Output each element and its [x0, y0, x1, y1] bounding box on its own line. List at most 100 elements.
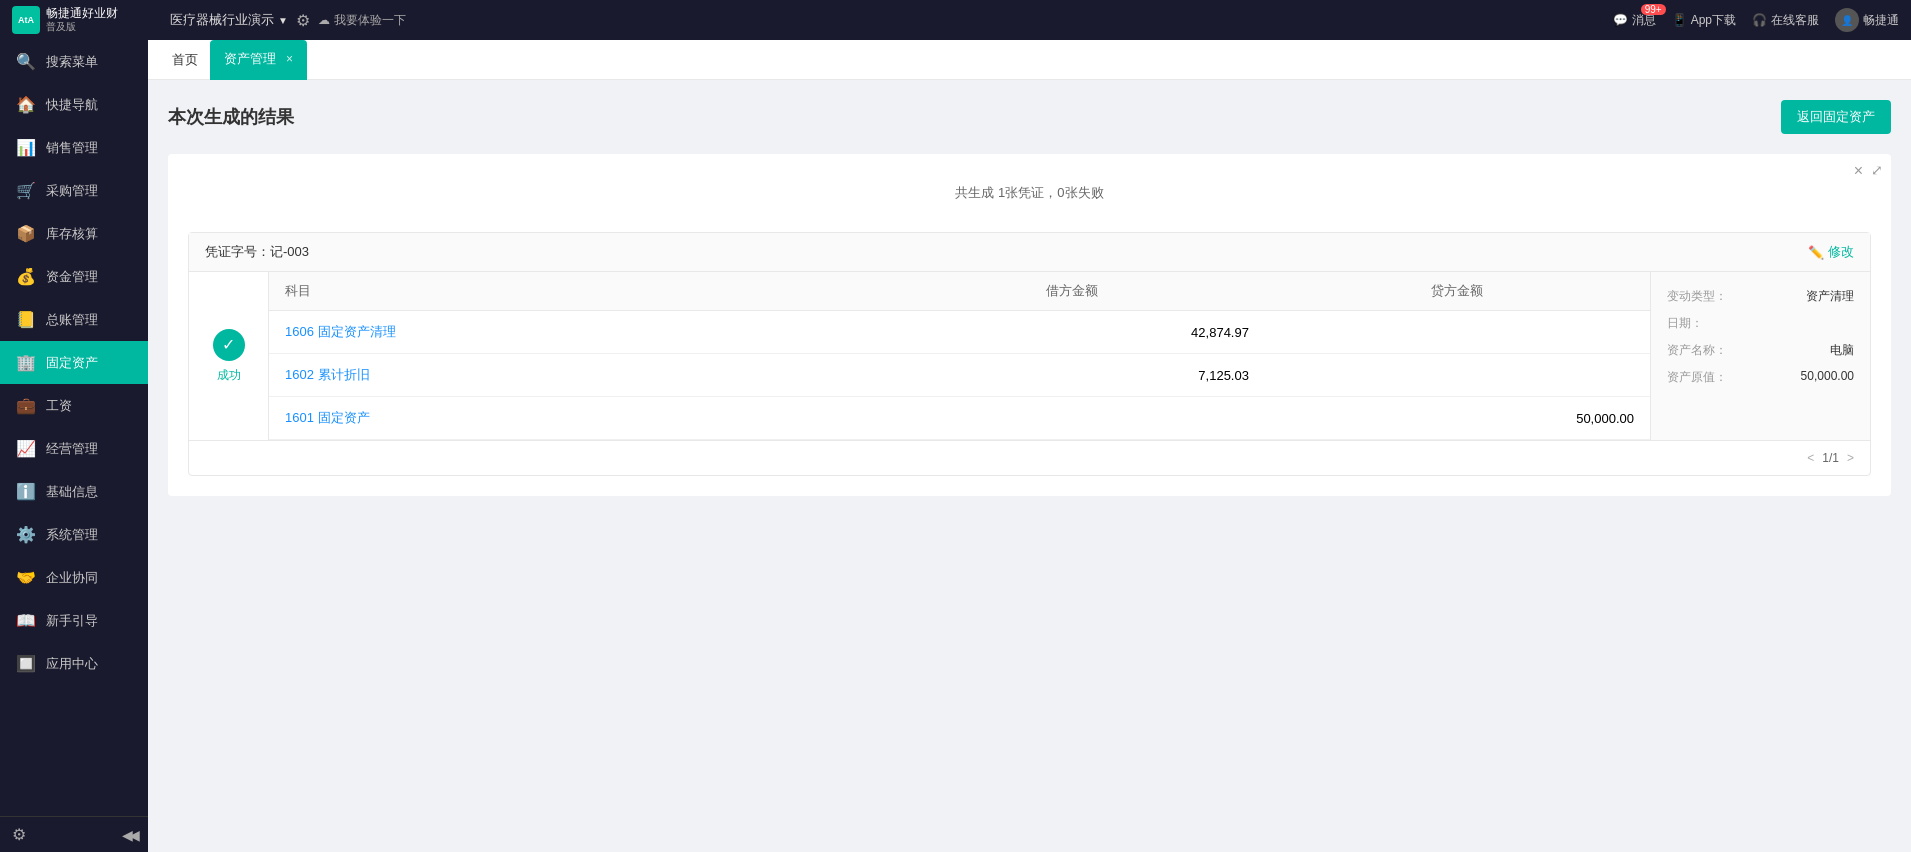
page-title-row: 本次生成的结果 返回固定资产 — [168, 100, 1891, 134]
apps-icon: 🔲 — [16, 654, 36, 673]
return-button[interactable]: 返回固定资产 — [1781, 100, 1891, 134]
asset-value-label: 资产原值： — [1667, 369, 1727, 386]
voucher-number: 凭证字号：记-003 — [205, 243, 309, 261]
detail-date: 日期： — [1667, 315, 1854, 332]
sidebar-settings-icon[interactable]: ⚙ — [12, 825, 26, 844]
app-download-button[interactable]: 📱 App下载 — [1672, 12, 1736, 29]
guide-icon: 📖 — [16, 611, 36, 630]
sidebar-collapse-icon[interactable]: ◀◀ — [122, 827, 136, 843]
edit-button[interactable]: ✏️ 修改 — [1808, 243, 1854, 261]
sidebar-label-apps: 应用中心 — [46, 655, 98, 673]
ledger-icon: 📒 — [16, 310, 36, 329]
expand-icon[interactable]: ⤢ — [1871, 162, 1883, 180]
pagination-prev[interactable]: < — [1807, 451, 1814, 465]
message-badge: 99+ — [1641, 4, 1666, 15]
user-profile[interactable]: 👤 畅捷通 — [1835, 8, 1899, 32]
panel-controls: × ⤢ — [1854, 162, 1883, 180]
app-name: 畅捷通好业财 — [46, 6, 118, 20]
app-version: 普及版 — [46, 20, 118, 34]
sidebar-label-basic-info: 基础信息 — [46, 483, 98, 501]
cloud-icon: ☁ — [318, 13, 330, 27]
tab-close-icon[interactable]: × — [286, 52, 293, 66]
voucher-detail-panel: 变动类型： 资产清理 日期： 资产名称： 电脑 — [1650, 272, 1870, 440]
sidebar-item-ledger[interactable]: 📒 总账管理 — [0, 298, 148, 341]
sidebar-label-sales: 销售管理 — [46, 139, 98, 157]
company-selector[interactable]: 医疗器械行业演示 ▼ — [170, 11, 288, 29]
sidebar-item-purchase[interactable]: 🛒 采购管理 — [0, 169, 148, 212]
detail-asset-value: 资产原值： 50,000.00 — [1667, 369, 1854, 386]
settings-icon[interactable]: ⚙ — [296, 11, 310, 30]
purchase-icon: 🛒 — [16, 181, 36, 200]
fixed-assets-icon: 🏢 — [16, 353, 36, 372]
avatar: 👤 — [1835, 8, 1859, 32]
sidebar-label-operations: 经营管理 — [46, 440, 98, 458]
operations-icon: 📈 — [16, 439, 36, 458]
sidebar-label-fixed-assets: 固定资产 — [46, 354, 98, 372]
debit-3 — [880, 397, 1265, 440]
sidebar-label-guide: 新手引导 — [46, 612, 98, 630]
tab-home[interactable]: 首页 — [164, 51, 206, 69]
enterprise-icon: 🤝 — [16, 568, 36, 587]
debit-2: 7,125.03 — [880, 354, 1265, 397]
sidebar-label-finance: 资金管理 — [46, 268, 98, 286]
asset-name-label: 资产名称： — [1667, 342, 1727, 359]
success-indicator: ✓ 成功 — [189, 272, 269, 440]
finance-icon: 💰 — [16, 267, 36, 286]
sidebar-item-operations[interactable]: 📈 经营管理 — [0, 427, 148, 470]
detail-change-type: 变动类型： 资产清理 — [1667, 288, 1854, 305]
sidebar-item-system[interactable]: ⚙️ 系统管理 — [0, 513, 148, 556]
sidebar-item-sales[interactable]: 📊 销售管理 — [0, 126, 148, 169]
sidebar-item-search[interactable]: 🔍 搜索菜单 — [0, 40, 148, 83]
sidebar-label-search: 搜索菜单 — [46, 53, 98, 71]
voucher-section: 凭证字号：记-003 ✏️ 修改 ✓ 成功 — [188, 232, 1871, 476]
sidebar-item-fixed-assets[interactable]: 🏢 固定资产 — [0, 341, 148, 384]
inventory-icon: 📦 — [16, 224, 36, 243]
page-content: 本次生成的结果 返回固定资产 × ⤢ 共生成 1张凭证，0张失败 凭证字号：记-… — [148, 80, 1911, 852]
company-name: 医疗器械行业演示 — [170, 11, 274, 29]
sidebar-item-quick-nav[interactable]: 🏠 快捷导航 — [0, 83, 148, 126]
tabs-bar: 首页 资产管理 × — [148, 40, 1911, 80]
detail-asset-name: 资产名称： 电脑 — [1667, 342, 1854, 359]
account-link-2[interactable]: 1602 累计折旧 — [285, 367, 370, 382]
trial-btn[interactable]: ☁ 我要体验一下 — [318, 12, 406, 29]
sidebar-label-payroll: 工资 — [46, 397, 72, 415]
tab-label-asset-management: 资产管理 — [224, 50, 276, 68]
pagination-next[interactable]: > — [1847, 451, 1854, 465]
change-type-value: 资产清理 — [1806, 288, 1854, 305]
tab-asset-management[interactable]: 资产管理 × — [210, 40, 307, 80]
sidebar-item-finance[interactable]: 💰 资金管理 — [0, 255, 148, 298]
edit-icon: ✏️ — [1808, 245, 1824, 260]
account-link-3[interactable]: 1601 固定资产 — [285, 410, 370, 425]
table-row: 1601 固定资产 50,000.00 — [269, 397, 1650, 440]
sidebar-item-payroll[interactable]: 💼 工资 — [0, 384, 148, 427]
service-icon: 🎧 — [1752, 13, 1767, 27]
sidebar-scroll: 🔍 搜索菜单 🏠 快捷导航 📊 销售管理 🛒 采购管理 📦 库存核算 💰 — [0, 40, 148, 816]
voucher-table-container: 科目 借方金额 贷方金额 1606 固定资产清理 42,874.97 — [269, 272, 1650, 440]
debit-1: 42,874.97 — [880, 311, 1265, 354]
page-title: 本次生成的结果 — [168, 105, 294, 129]
sidebar-item-apps[interactable]: 🔲 应用中心 — [0, 642, 148, 685]
col-account: 科目 — [269, 272, 880, 311]
online-service-button[interactable]: 🎧 在线客服 — [1752, 12, 1819, 29]
logo-icon: AtA — [12, 6, 40, 34]
message-button[interactable]: 💬 消息 99+ — [1613, 12, 1656, 29]
date-label: 日期： — [1667, 315, 1703, 332]
info-icon: ℹ️ — [16, 482, 36, 501]
close-icon[interactable]: × — [1854, 162, 1863, 180]
pagination: < 1/1 > — [189, 440, 1870, 475]
sidebar-label-quick-nav: 快捷导航 — [46, 96, 98, 114]
sidebar-item-enterprise[interactable]: 🤝 企业协同 — [0, 556, 148, 599]
asset-name-value: 电脑 — [1830, 342, 1854, 359]
sidebar-item-basic-info[interactable]: ℹ️ 基础信息 — [0, 470, 148, 513]
credit-2 — [1265, 354, 1650, 397]
sidebar-label-inventory: 库存核算 — [46, 225, 98, 243]
change-type-label: 变动类型： — [1667, 288, 1727, 305]
sidebar-item-inventory[interactable]: 📦 库存核算 — [0, 212, 148, 255]
sales-icon: 📊 — [16, 138, 36, 157]
table-row: 1606 固定资产清理 42,874.97 — [269, 311, 1650, 354]
main-layout: 🔍 搜索菜单 🏠 快捷导航 📊 销售管理 🛒 采购管理 📦 库存核算 💰 — [0, 40, 1911, 852]
col-credit: 贷方金额 — [1265, 272, 1650, 311]
sidebar-item-guide[interactable]: 📖 新手引导 — [0, 599, 148, 642]
result-panel: × ⤢ 共生成 1张凭证，0张失败 凭证字号：记-003 ✏️ 修改 — [168, 154, 1891, 496]
account-link-1[interactable]: 1606 固定资产清理 — [285, 324, 396, 339]
